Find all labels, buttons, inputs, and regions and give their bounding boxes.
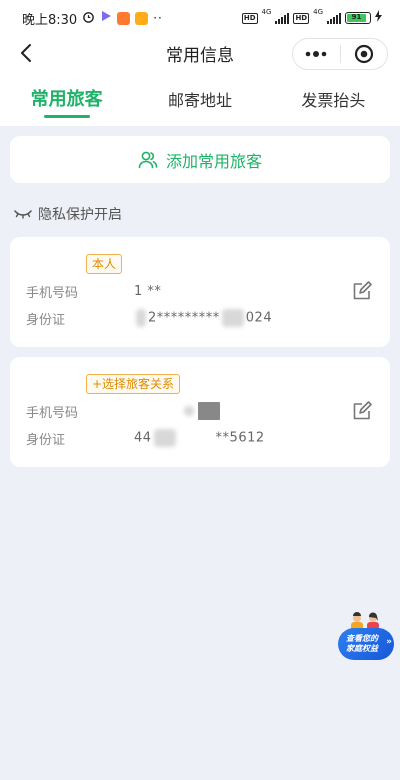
network-label-1: 4G — [261, 8, 272, 16]
privacy-label: 隐私保护开启 — [38, 207, 122, 223]
hd-icon: HD — [241, 12, 258, 24]
redaction-mark — [153, 429, 176, 447]
target-icon — [354, 44, 373, 64]
signal-icon — [275, 12, 290, 24]
traveler-name-row: 本人 — [26, 251, 376, 277]
back-arrow-icon — [21, 44, 31, 62]
id-prefix: 2********* — [148, 310, 220, 326]
id-suffix: **5612 — [215, 430, 265, 446]
more-dots-icon — [305, 51, 327, 57]
traveler-name-row: +选择旅客关系 — [26, 371, 376, 397]
phone-row: 手机号码 1 ** — [26, 278, 376, 304]
app-icon-yellow — [135, 11, 149, 25]
hd-icon-2: HD — [293, 12, 310, 24]
page-title: 常用信息 — [166, 45, 234, 66]
phone-value — [134, 402, 222, 420]
id-value: 2********* 024 — [134, 309, 272, 327]
relation-tag: 本人 — [86, 254, 123, 274]
traveler-card[interactable]: +选择旅客关系 手机号码 身份证 44 **5612 — [10, 357, 390, 467]
network-label-2: 4G — [313, 8, 323, 16]
double-chevron-icon: » — [386, 637, 392, 647]
id-row: 身份证 44 **5612 — [26, 425, 376, 451]
nav-bar: 常用信息 — [0, 36, 400, 70]
redaction-mark — [184, 406, 194, 416]
eye-closed-icon — [14, 210, 32, 219]
alarm-icon — [82, 10, 95, 27]
redaction-mark — [198, 402, 220, 420]
close-mini-program-button[interactable] — [341, 39, 388, 69]
tab-mailing-address[interactable]: 邮寄地址 — [133, 87, 266, 126]
id-label: 身份证 — [26, 432, 66, 448]
id-suffix: 024 — [245, 310, 273, 326]
signal-icon-2 — [327, 12, 341, 24]
phone-label: 手机号码 — [26, 285, 79, 301]
phone-row: 手机号码 — [26, 398, 376, 424]
tab-invoice-title[interactable]: 发票抬头 — [267, 87, 400, 126]
status-left: 晚上8:30 ·· — [22, 9, 163, 28]
privacy-toggle[interactable]: 隐私保护开启 — [0, 199, 400, 229]
status-bar: 晚上8:30 ·· HD 4G HD 4G 91 — [0, 0, 400, 36]
charging-icon — [375, 10, 382, 26]
add-traveler-label: 添加常用旅客 — [165, 151, 262, 171]
edit-icon — [353, 281, 372, 300]
phone-label: 手机号码 — [26, 405, 79, 421]
play-app-icon — [100, 10, 112, 26]
tab-frequent-travelers[interactable]: 常用旅客 — [0, 85, 133, 124]
redaction-mark — [221, 309, 244, 327]
status-time: 晚上8:30 — [22, 12, 78, 28]
id-prefix: 44 — [134, 430, 152, 446]
traveler-card[interactable]: 本人 手机号码 1 ** 身份证 2********* 024 — [10, 237, 390, 347]
id-value: 44 **5612 — [134, 429, 265, 447]
more-button[interactable] — [293, 39, 340, 69]
select-relation-button[interactable]: +选择旅客关系 — [86, 374, 181, 394]
tab-bar: 常用旅客 邮寄地址 发票抬头 — [0, 70, 400, 126]
redaction-mark — [136, 309, 146, 327]
battery-icon: 91 — [345, 12, 371, 24]
battery-level: 91 — [347, 14, 366, 22]
users-icon — [138, 151, 158, 168]
id-label: 身份证 — [26, 312, 66, 328]
more-notifications-icon: ·· — [153, 11, 163, 25]
mini-program-capsule — [292, 38, 388, 70]
edit-traveler-button[interactable] — [352, 281, 374, 303]
app-icon-orange — [117, 11, 131, 25]
add-traveler-button[interactable]: 添加常用旅客 — [10, 136, 390, 183]
edit-traveler-button[interactable] — [352, 401, 374, 423]
back-button[interactable] — [14, 41, 38, 65]
status-right: HD 4G HD 4G 91 — [241, 8, 382, 26]
family-benefits-badge[interactable]: 查看您的 家庭权益 » — [338, 612, 396, 662]
id-row: 身份证 2********* 024 — [26, 305, 376, 331]
phone-value: 1 ** — [134, 283, 162, 299]
badge-line-2: 家庭权益 — [346, 644, 378, 653]
edit-icon — [353, 401, 372, 420]
badge-line-1: 查看您的 — [346, 634, 378, 643]
